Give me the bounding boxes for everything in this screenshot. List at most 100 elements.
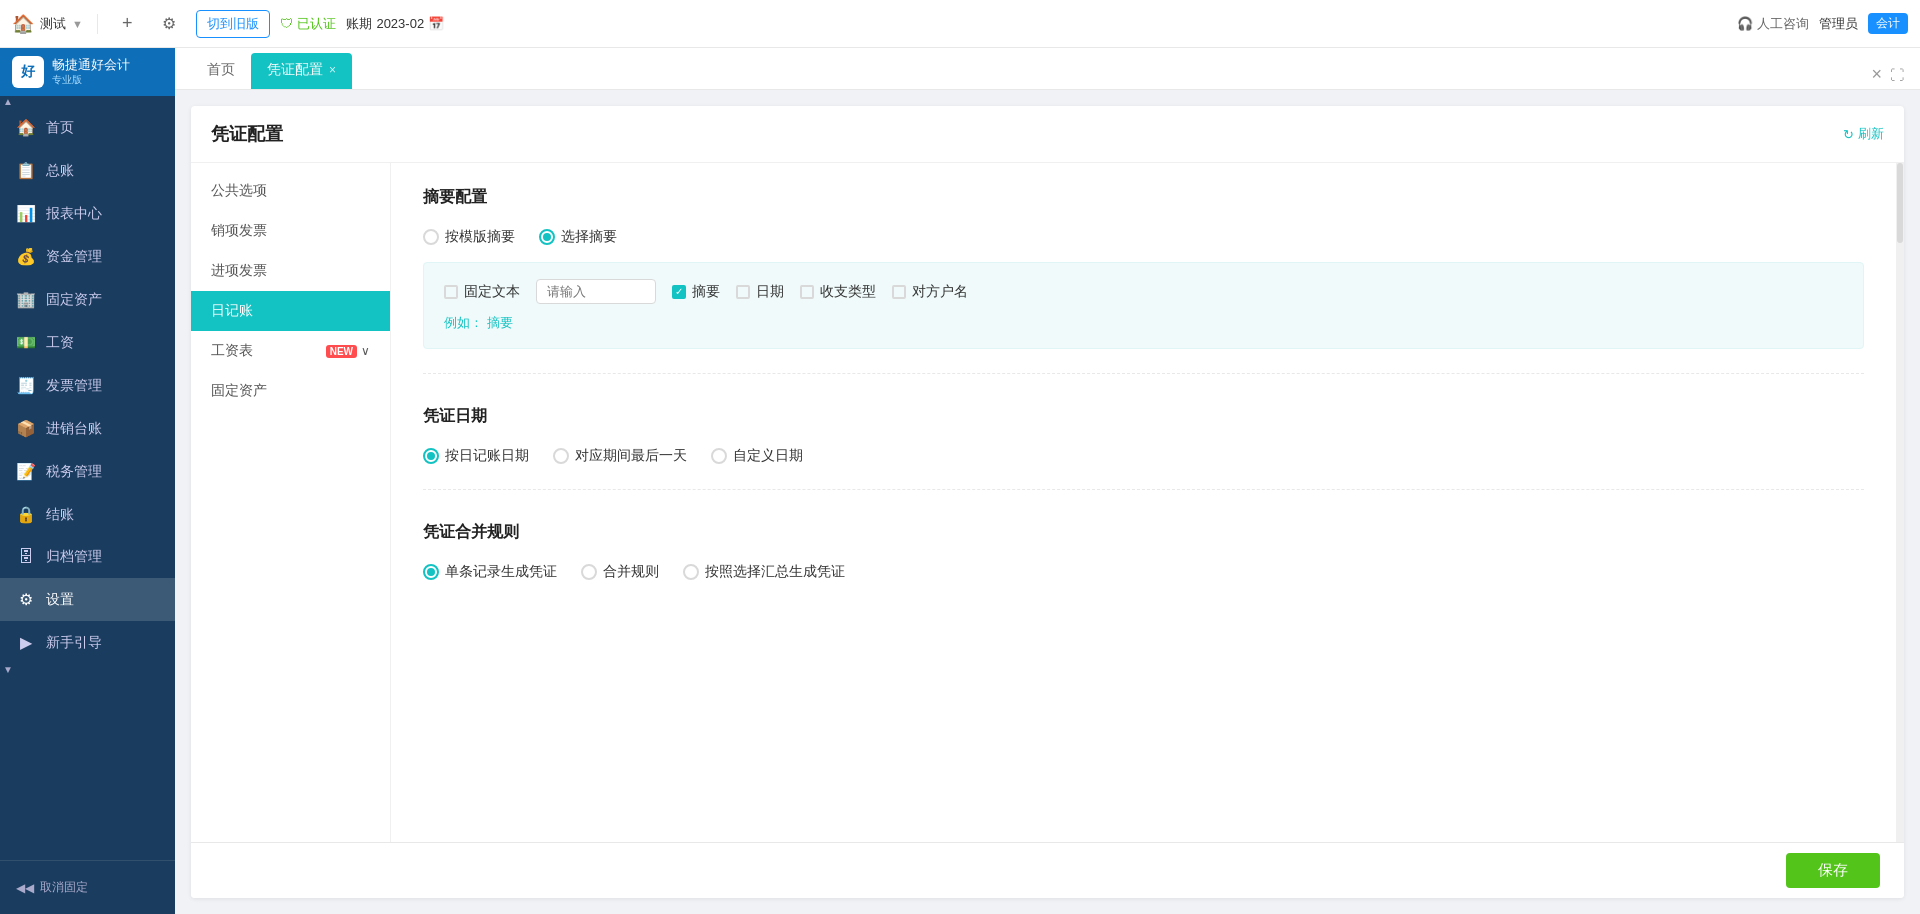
logo-text-block: 畅捷通好会计 专业版 [52,57,130,88]
date-option-diary[interactable]: 按日记账日期 [423,447,529,465]
radio-merge-rule [581,564,597,580]
merge-option-rule[interactable]: 合并规则 [581,563,659,581]
payroll-icon: 💵 [16,333,36,352]
sidebar-item-label: 报表中心 [46,205,102,223]
pin-icon: ◀◀ [16,881,34,895]
sidebar-item-sales[interactable]: 📦 进销台账 [0,407,175,450]
topbar: 🏠 测试 ▼ + ⚙ 切到旧版 🛡 已认证 账期 2023-02 📅 🎧 人工咨… [0,0,1920,48]
date-option-period-last[interactable]: 对应期间最后一天 [553,447,687,465]
role-badge[interactable]: 会计 [1868,13,1908,34]
consult-button[interactable]: 🎧 人工咨询 [1737,15,1809,33]
company-selector[interactable]: 🏠 测试 ▼ [12,13,83,35]
archive-icon: 🗄 [16,548,36,566]
left-nav-sales-invoice[interactable]: 销项发票 [191,211,390,251]
sidebar-item-label: 工资 [46,334,74,352]
sidebar-item-settings[interactable]: ⚙ 设置 [0,578,175,621]
scroll-up-arrow[interactable]: ▲ [0,96,16,106]
manager-label[interactable]: 管理员 [1819,15,1858,33]
sidebar-item-close[interactable]: 🔒 结账 [0,493,175,536]
content-area: 凭证配置 ↻ 刷新 公共选项 销项发票 [175,90,1920,914]
right-panel: 摘要配置 按模版摘要 选择摘要 [391,163,1904,842]
home-icon: 🏠 [16,118,36,137]
sidebar-logo: 好 畅捷通好会计 专业版 [0,48,175,96]
checkbox-summary[interactable]: 摘要 [672,283,720,301]
sidebar-item-home[interactable]: 🏠 首页 [0,106,175,149]
section-summary: 摘要配置 按模版摘要 选择摘要 [423,187,1864,374]
right-content: 摘要配置 按模版摘要 选择摘要 [391,163,1896,842]
left-nav-diary[interactable]: 日记账 [191,291,390,331]
unpin-button[interactable]: ◀◀ 取消固定 [0,871,175,904]
left-nav-purchase-invoice[interactable]: 进项发票 [191,251,390,291]
funds-icon: 💰 [16,247,36,266]
scroll-down-arrow[interactable]: ▼ [0,664,16,674]
left-nav-fixed-assets[interactable]: 固定资产 [191,371,390,411]
refresh-button[interactable]: ↻ 刷新 [1843,125,1884,143]
sidebar-item-label: 总账 [46,162,74,180]
left-nav-public[interactable]: 公共选项 [191,171,390,211]
switch-version-button[interactable]: 切到旧版 [196,10,270,38]
calendar-icon[interactable]: 📅 [428,16,444,31]
sidebar-item-payroll[interactable]: 💵 工资 [0,321,175,364]
page-title: 凭证配置 [211,122,283,146]
sidebar-item-label: 资金管理 [46,248,102,266]
summary-option-template[interactable]: 按模版摘要 [423,228,515,246]
merge-option-single[interactable]: 单条记录生成凭证 [423,563,557,581]
save-button[interactable]: 保存 [1786,853,1880,888]
add-button[interactable]: + [112,9,143,38]
chevron-down-icon: ∨ [361,344,370,358]
tax-icon: 📝 [16,462,36,481]
logo-icon: 好 [12,56,44,88]
certified-badge: 🛡 已认证 [280,15,336,33]
right-scrollbar[interactable] [1896,163,1904,842]
sidebar-item-label: 结账 [46,506,74,524]
checkbox-counterpart[interactable]: 对方户名 [892,283,968,301]
sidebar-item-label: 设置 [46,591,74,609]
checkbox-date-box [736,285,750,299]
merge-radio-group: 单条记录生成凭证 合并规则 按照选择汇总生成凭证 [423,563,1864,581]
company-name: 测试 [40,15,66,33]
section-summary-title: 摘要配置 [423,187,1864,208]
sidebar: 好 畅捷通好会计 专业版 ▲ 🏠 首页 📋 总账 📊 报表中心 💰 [0,48,175,914]
sidebar-item-invoice[interactable]: 🧾 发票管理 [0,364,175,407]
sidebar-item-ledger[interactable]: 📋 总账 [0,149,175,192]
settings-button[interactable]: ⚙ [152,10,186,37]
date-option-custom[interactable]: 自定义日期 [711,447,803,465]
checkbox-counterpart-box [892,285,906,299]
sidebar-item-funds[interactable]: 💰 资金管理 [0,235,175,278]
summary-option-select[interactable]: 选择摘要 [539,228,617,246]
fullscreen-icon[interactable]: ⛶ [1890,67,1904,83]
sidebar-bottom: ◀◀ 取消固定 [0,860,175,914]
tab-home[interactable]: 首页 [191,53,251,89]
tab-close-icon[interactable]: × [329,63,336,77]
reports-icon: 📊 [16,204,36,223]
sales-icon: 📦 [16,419,36,438]
checkbox-type[interactable]: 收支类型 [800,283,876,301]
sidebar-item-guide[interactable]: ▶ 新手引导 [0,621,175,664]
example-row: 例如： 摘要 [444,314,1843,332]
close-panel-icon[interactable]: × [1871,64,1882,85]
merge-option-summary-gen[interactable]: 按照选择汇总生成凭证 [683,563,845,581]
sidebar-item-label: 进销台账 [46,420,102,438]
left-nav-payroll-table[interactable]: 工资表 NEW ∨ [191,331,390,371]
chevron-down-icon: ▼ [72,18,83,30]
checkbox-type-box [800,285,814,299]
page-header: 凭证配置 ↻ 刷新 [191,106,1904,163]
tab-voucher-config[interactable]: 凭证配置 × [251,53,352,89]
section-date-title: 凭证日期 [423,406,1864,427]
radio-period-last [553,448,569,464]
new-badge: NEW [326,345,357,358]
section-merge: 凭证合并规则 单条记录生成凭证 合并规则 [423,522,1864,605]
radio-single [423,564,439,580]
page-body: 公共选项 销项发票 进项发票 日记账 工资表 [191,163,1904,842]
checkbox-fixed-text[interactable]: 固定文本 [444,283,520,301]
sidebar-item-reports[interactable]: 📊 报表中心 [0,192,175,235]
invoice-icon: 🧾 [16,376,36,395]
sidebar-item-tax[interactable]: 📝 税务管理 [0,450,175,493]
section-merge-title: 凭证合并规则 [423,522,1864,543]
scrollbar-thumb[interactable] [1897,163,1903,243]
checkbox-date[interactable]: 日期 [736,283,784,301]
sidebar-item-archive[interactable]: 🗄 归档管理 [0,536,175,578]
sidebar-item-assets[interactable]: 🏢 固定资产 [0,278,175,321]
summary-radio-group: 按模版摘要 选择摘要 [423,228,1864,246]
fixed-text-input[interactable] [536,279,656,304]
